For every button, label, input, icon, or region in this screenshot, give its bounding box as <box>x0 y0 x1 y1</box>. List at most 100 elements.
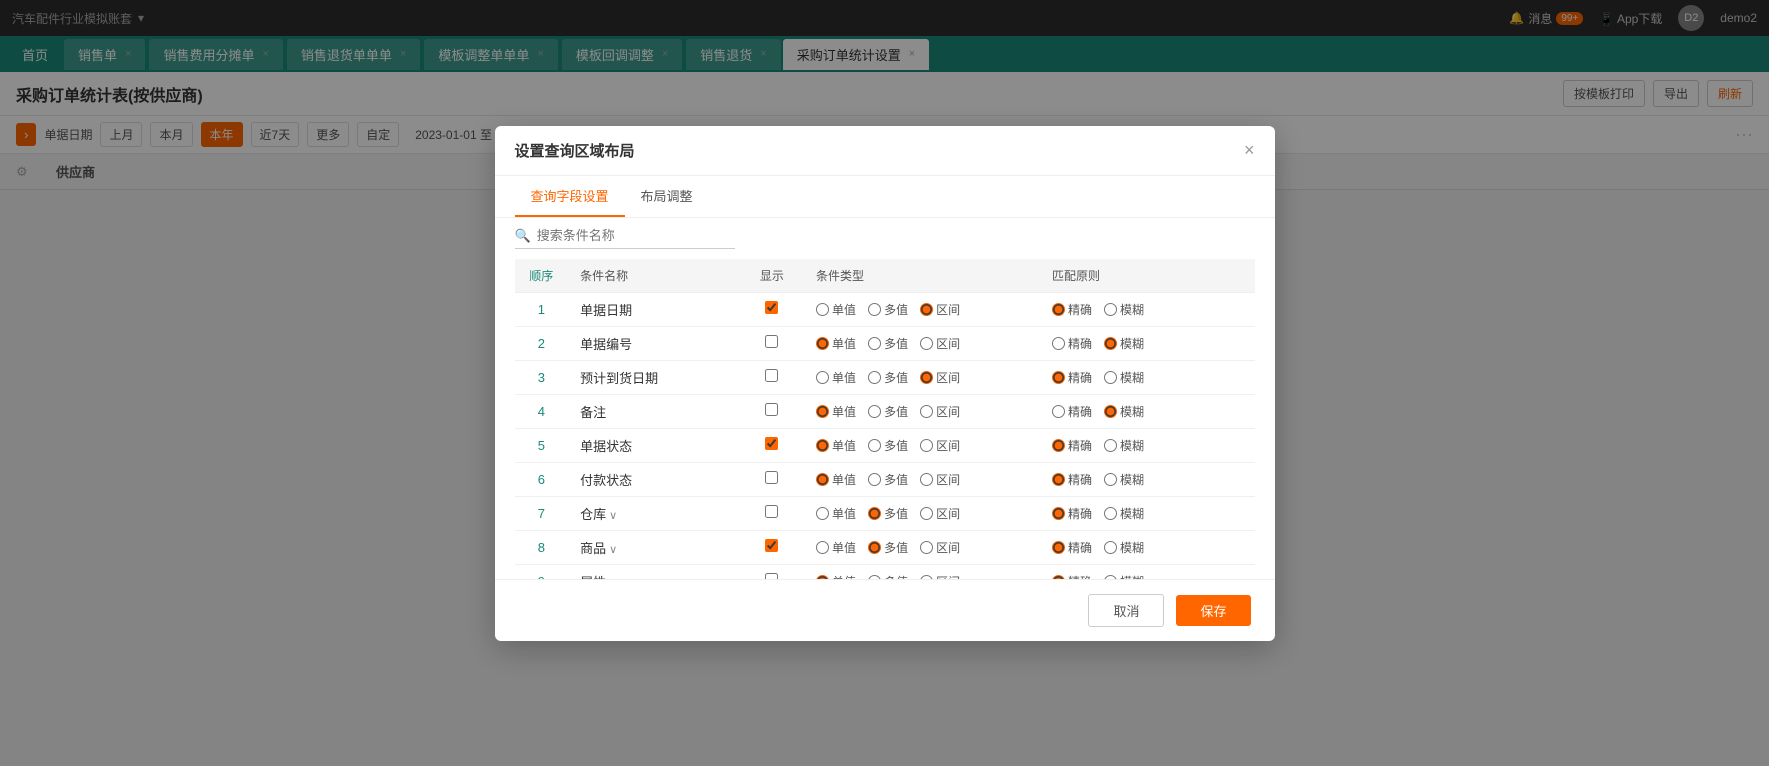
match-radio-item[interactable]: 模糊 <box>1104 471 1144 488</box>
cancel-button[interactable]: 取消 <box>1088 594 1164 627</box>
dialog-close-button[interactable]: × <box>1244 140 1255 161</box>
cell-order: 5 <box>515 428 569 462</box>
cell-show <box>740 394 804 428</box>
type-radio-item[interactable]: 单值 <box>816 437 856 454</box>
cell-show <box>740 564 804 579</box>
match-radio-item[interactable]: 模糊 <box>1104 437 1144 454</box>
settings-dialog: 设置查询区域布局 × 查询字段设置 布局调整 🔍 顺序 条件名称 显示 <box>495 126 1275 641</box>
type-radio-item[interactable]: 区间 <box>920 505 960 522</box>
show-checkbox[interactable] <box>765 539 778 552</box>
dialog-tabs: 查询字段设置 布局调整 <box>495 176 1275 218</box>
show-checkbox[interactable] <box>765 335 778 348</box>
table-row: 2单据编号单值多值区间精确模糊 <box>515 326 1255 360</box>
conditions-table: 顺序 条件名称 显示 条件类型 匹配原则 1单据日期单值多值区间精确模糊2单据编… <box>515 259 1255 579</box>
cell-match: 精确模糊 <box>1040 292 1255 326</box>
table-row: 5单据状态 单值多值区间 精确模糊 <box>515 428 1255 462</box>
type-radio-item[interactable]: 单值 <box>816 301 856 318</box>
type-radio-item[interactable]: 单值 <box>816 505 856 522</box>
conditions-table-scroll[interactable]: 顺序 条件名称 显示 条件类型 匹配原则 1单据日期单值多值区间精确模糊2单据编… <box>495 259 1275 579</box>
cell-order: 1 <box>515 292 569 326</box>
cell-match: 精确模糊 <box>1040 360 1255 394</box>
tab-query-fields[interactable]: 查询字段设置 <box>515 176 625 217</box>
type-radio-item[interactable]: 多值 <box>868 403 908 420</box>
cell-order: 9 <box>515 564 569 579</box>
match-radio-item[interactable]: 精确 <box>1052 403 1092 420</box>
dialog-header: 设置查询区域布局 × <box>495 126 1275 176</box>
type-radio-item[interactable]: 区间 <box>920 539 960 556</box>
cell-name: 仓库 ∨ <box>568 496 740 530</box>
cell-type: 单值多值区间 <box>804 462 1040 496</box>
type-radio-item[interactable]: 单值 <box>816 471 856 488</box>
cell-match: 精确模糊 <box>1040 496 1255 530</box>
cell-show <box>740 462 804 496</box>
type-radio-item[interactable]: 多值 <box>868 301 908 318</box>
cell-match: 精确模糊 <box>1040 462 1255 496</box>
match-radio-item[interactable]: 精确 <box>1052 471 1092 488</box>
type-radio-item[interactable]: 多值 <box>868 335 908 352</box>
header-match: 匹配原则 <box>1040 259 1255 293</box>
search-input[interactable] <box>537 228 717 243</box>
cell-show <box>740 428 804 462</box>
modal-overlay: 设置查询区域布局 × 查询字段设置 布局调整 🔍 顺序 条件名称 显示 <box>0 0 1769 766</box>
show-checkbox[interactable] <box>765 301 778 314</box>
cell-name: 单据状态 <box>568 428 740 462</box>
cell-match: 精确模糊 <box>1040 530 1255 564</box>
match-radio-item[interactable]: 精确 <box>1052 539 1092 556</box>
type-radio-item[interactable]: 单值 <box>816 539 856 556</box>
type-radio-item[interactable]: 区间 <box>920 437 960 454</box>
type-radio-item[interactable]: 多值 <box>868 539 908 556</box>
cell-order: 8 <box>515 530 569 564</box>
cell-type: 单值多值区间 <box>804 496 1040 530</box>
cell-match: 精确模糊 <box>1040 428 1255 462</box>
match-radio-item[interactable]: 精确 <box>1052 437 1092 454</box>
match-radio-item[interactable]: 模糊 <box>1104 335 1144 352</box>
type-radio-item[interactable]: 区间 <box>920 471 960 488</box>
match-radio-item[interactable]: 精确 <box>1052 301 1092 318</box>
match-radio-item[interactable]: 模糊 <box>1104 539 1144 556</box>
match-radio-item[interactable]: 模糊 <box>1104 301 1144 318</box>
table-row: 1单据日期单值多值区间精确模糊 <box>515 292 1255 326</box>
cell-type: 单值多值区间 <box>804 292 1040 326</box>
match-radio-item[interactable]: 模糊 <box>1104 369 1144 386</box>
table-row: 6付款状态单值多值区间精确模糊 <box>515 462 1255 496</box>
cell-type: 单值多值区间 <box>804 326 1040 360</box>
type-radio-item[interactable]: 区间 <box>920 369 960 386</box>
match-radio-item[interactable]: 精确 <box>1052 335 1092 352</box>
cell-order: 7 <box>515 496 569 530</box>
show-checkbox[interactable] <box>765 437 778 450</box>
cell-order: 6 <box>515 462 569 496</box>
match-radio-item[interactable]: 精确 <box>1052 505 1092 522</box>
tab-layout-adjust[interactable]: 布局调整 <box>625 176 709 217</box>
table-row: 4备注单值多值区间精确模糊 <box>515 394 1255 428</box>
type-radio-item[interactable]: 区间 <box>920 335 960 352</box>
show-checkbox[interactable] <box>765 505 778 518</box>
type-radio-item[interactable]: 多值 <box>868 369 908 386</box>
type-radio-item[interactable]: 多值 <box>868 471 908 488</box>
header-order: 顺序 <box>515 259 569 293</box>
match-radio-item[interactable]: 模糊 <box>1104 505 1144 522</box>
cell-name: 商品 ∨ <box>568 530 740 564</box>
type-radio-item[interactable]: 多值 <box>868 437 908 454</box>
cell-show <box>740 326 804 360</box>
type-radio-item[interactable]: 区间 <box>920 301 960 318</box>
table-row: 3预计到货日期单值多值区间精确模糊 <box>515 360 1255 394</box>
cell-name: 单据编号 <box>568 326 740 360</box>
show-checkbox[interactable] <box>765 369 778 382</box>
cell-order: 2 <box>515 326 569 360</box>
type-radio-item[interactable]: 单值 <box>816 335 856 352</box>
type-radio-item[interactable]: 区间 <box>920 403 960 420</box>
show-checkbox[interactable] <box>765 403 778 416</box>
save-button[interactable]: 保存 <box>1176 595 1250 626</box>
chevron-down-icon: ∨ <box>606 510 617 522</box>
match-radio-item[interactable]: 精确 <box>1052 369 1092 386</box>
cell-type: 单值多值区间 <box>804 360 1040 394</box>
cell-show <box>740 360 804 394</box>
match-radio-item[interactable]: 模糊 <box>1104 403 1144 420</box>
show-checkbox[interactable] <box>765 471 778 484</box>
type-radio-item[interactable]: 单值 <box>816 369 856 386</box>
table-row: 8商品 ∨ 单值多值区间 精确模糊 <box>515 530 1255 564</box>
cell-order: 4 <box>515 394 569 428</box>
type-radio-item[interactable]: 单值 <box>816 403 856 420</box>
type-radio-item[interactable]: 多值 <box>868 505 908 522</box>
cell-match: 精确模糊 <box>1040 326 1255 360</box>
